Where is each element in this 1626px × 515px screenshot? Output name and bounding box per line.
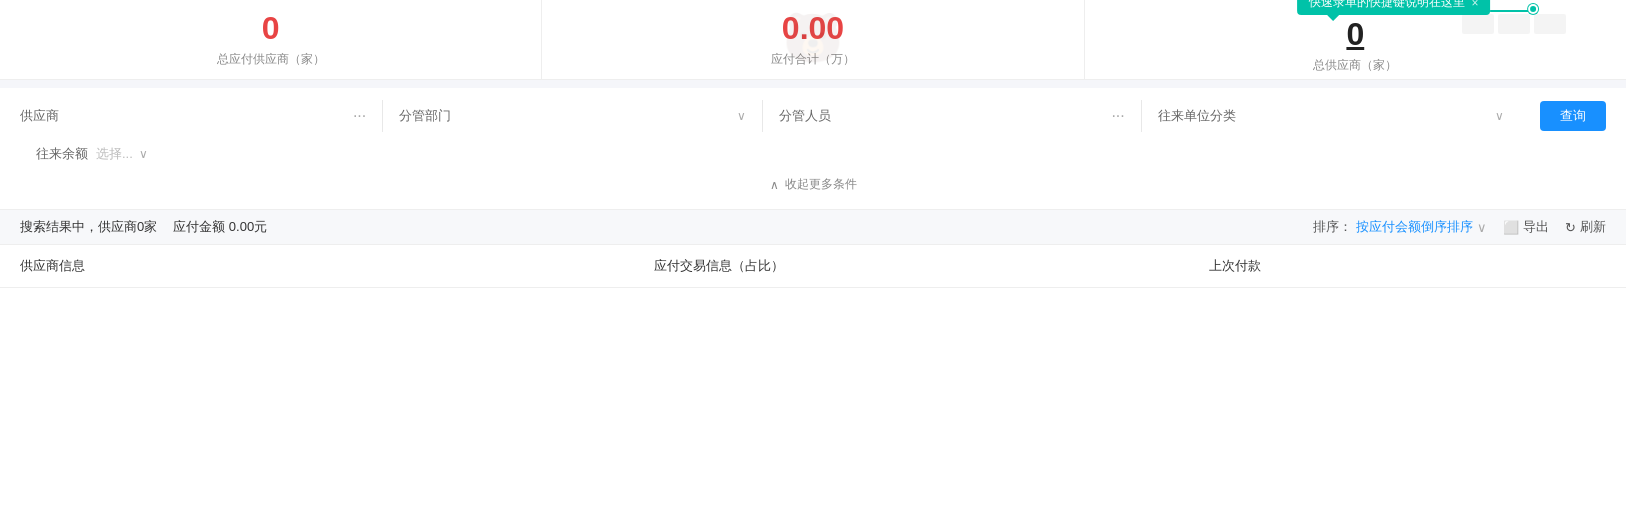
tooltip-line: [1490, 10, 1530, 12]
filter-balance: 往来余额 选择... ∨: [20, 140, 164, 168]
person-input[interactable]: [839, 109, 1112, 124]
collapse-icon: ∧: [770, 178, 779, 192]
col-header-transaction-info: 应付交易信息（占比）: [654, 257, 1209, 275]
query-button[interactable]: 查询: [1540, 101, 1606, 131]
unit-category-arrow[interactable]: ∨: [1495, 109, 1504, 123]
refresh-button[interactable]: ↻ 刷新: [1565, 218, 1606, 236]
export-button[interactable]: ⬜ 导出: [1503, 218, 1549, 236]
filter-row-2: 往来余额 选择... ∨: [20, 140, 1606, 168]
stat-label-total-suppliers: 总供应商（家）: [1313, 57, 1397, 74]
refresh-icon: ↻: [1565, 220, 1576, 235]
department-arrow[interactable]: ∨: [737, 109, 746, 123]
refresh-label: 刷新: [1580, 218, 1606, 236]
collapse-label: 收起更多条件: [785, 176, 857, 193]
balance-placeholder: 选择...: [96, 145, 133, 163]
balance-select[interactable]: 选择... ∨: [96, 145, 148, 163]
person-dots-button[interactable]: ···: [1111, 107, 1124, 125]
results-bar: 搜索结果中，供应商0家 应付金额 0.00元 排序： 按应付会额倒序排序 ∨ ⬜…: [0, 210, 1626, 245]
unit-category-input[interactable]: [1244, 109, 1495, 124]
department-label: 分管部门: [399, 107, 451, 125]
table-empty-area: [0, 288, 1626, 515]
results-actions: 排序： 按应付会额倒序排序 ∨ ⬜ 导出 ↻ 刷新: [1313, 218, 1606, 236]
sort-area: 排序： 按应付会额倒序排序 ∨: [1313, 218, 1487, 236]
supplier-dots-button[interactable]: ···: [353, 107, 366, 125]
shortcut-tooltip: 快速录单的快捷键说明在这里 ×: [1297, 0, 1490, 15]
results-summary: 搜索结果中，供应商0家: [20, 218, 157, 236]
filter-unit-category: 往来单位分类 ∨: [1142, 100, 1520, 132]
unit-category-label: 往来单位分类: [1158, 107, 1236, 125]
filter-supplier: 供应商 ···: [20, 100, 383, 132]
export-label: 导出: [1523, 218, 1549, 236]
sort-select[interactable]: 按应付会额倒序排序: [1356, 218, 1473, 236]
tooltip-text: 快速录单的快捷键说明在这里: [1309, 0, 1465, 11]
sort-arrow[interactable]: ∨: [1477, 220, 1487, 235]
results-amount: 应付金额 0.00元: [173, 218, 267, 236]
balance-label: 往来余额: [36, 145, 88, 163]
stat-total-suppliers: 快速录单的快捷键说明在这里 × 0 总供应商（家）: [1085, 0, 1626, 79]
results-summary-area: 搜索结果中，供应商0家 应付金额 0.00元: [20, 218, 267, 236]
department-input[interactable]: [459, 109, 736, 124]
placeholder-boxes: [1462, 14, 1566, 34]
balance-arrow[interactable]: ∨: [139, 147, 148, 161]
filter-row-1: 供应商 ··· 分管部门 ∨ 分管人员 ··· 往来单位分类 ∨ 查询: [20, 100, 1606, 132]
stat-number-payable-suppliers: 0: [262, 11, 280, 46]
stat-number-payable-total: 0.00: [782, 11, 844, 46]
collapse-row: ∧ 收起更多条件: [20, 172, 1606, 201]
tooltip-dot: [1528, 4, 1538, 14]
sort-prefix: 排序：: [1313, 218, 1352, 236]
export-icon: ⬜: [1503, 220, 1519, 235]
stat-payable-total: 🐻 0.00 应付合计（万）: [542, 0, 1084, 79]
stat-number-total-suppliers[interactable]: 0: [1346, 17, 1364, 52]
filter-person: 分管人员 ···: [763, 100, 1142, 132]
tooltip-close-button[interactable]: ×: [1471, 0, 1478, 10]
stat-label-payable-suppliers: 总应付供应商（家）: [217, 51, 325, 68]
stat-label-payable-total: 应付合计（万）: [771, 51, 855, 68]
collapse-button[interactable]: ∧ 收起更多条件: [770, 176, 857, 193]
stats-bar: 0 总应付供应商（家） 🐻 0.00 应付合计（万） 快速录单的快捷键说明在这里…: [0, 0, 1626, 80]
stat-total-payable-suppliers: 0 总应付供应商（家）: [0, 0, 542, 79]
col-header-supplier-info: 供应商信息: [20, 257, 654, 275]
filter-department: 分管部门 ∨: [383, 100, 762, 132]
col-header-last-payment: 上次付款: [1209, 257, 1606, 275]
supplier-input[interactable]: [68, 109, 353, 124]
filter-bar: 供应商 ··· 分管部门 ∨ 分管人员 ··· 往来单位分类 ∨ 查询 往来余额: [0, 88, 1626, 210]
supplier-label: 供应商: [20, 107, 60, 125]
table-header: 供应商信息 应付交易信息（占比） 上次付款: [0, 245, 1626, 288]
person-label: 分管人员: [779, 107, 831, 125]
